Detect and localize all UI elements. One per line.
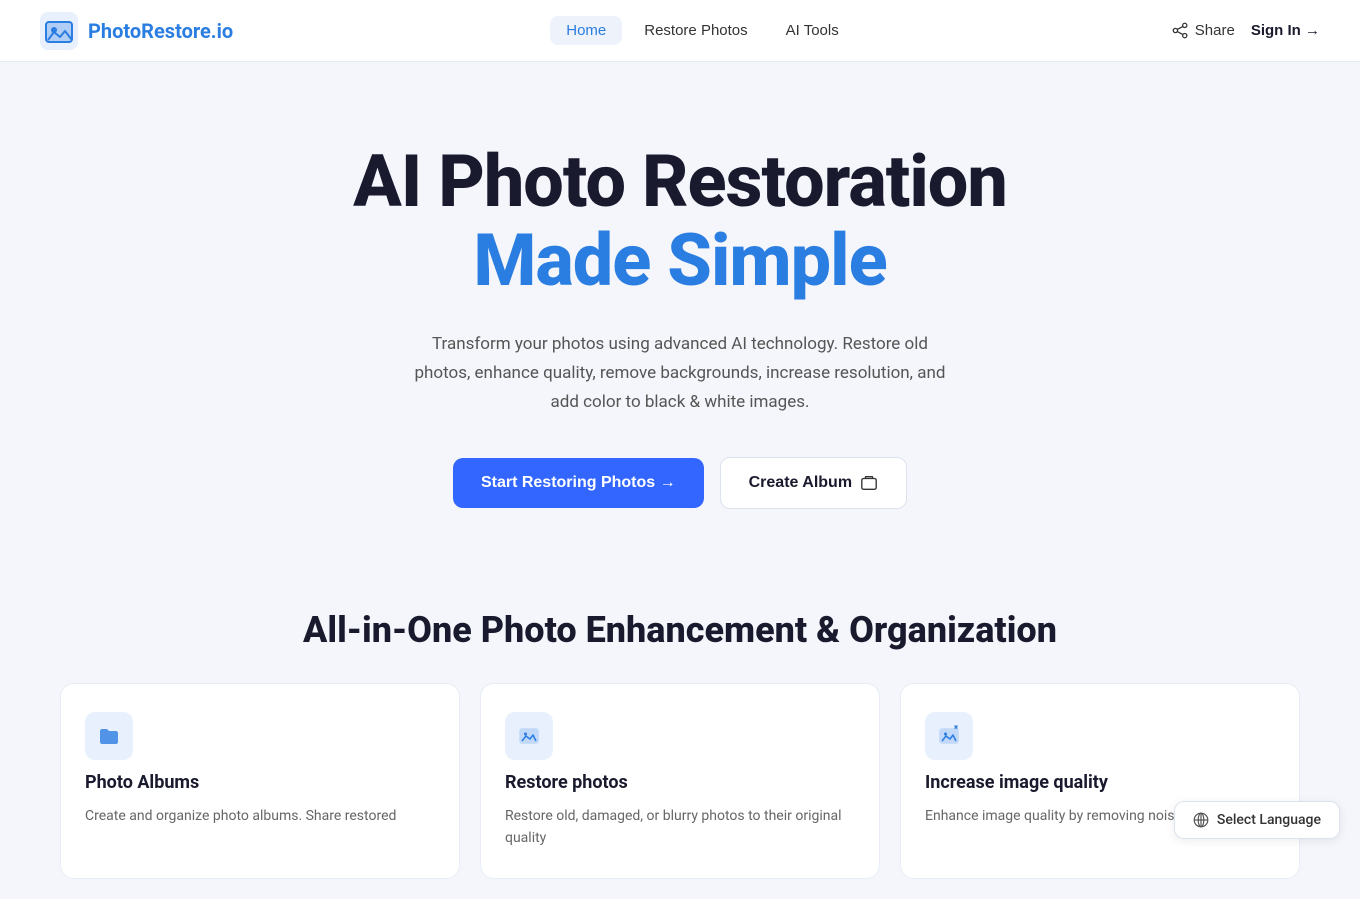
album-icon (860, 474, 878, 492)
share-button[interactable]: Share (1172, 22, 1235, 39)
restore-card-title: Restore photos (505, 772, 628, 793)
features-section: All-in-One Photo Enhancement & Organizat… (0, 569, 1360, 899)
nav-ai-tools[interactable]: AI Tools (770, 16, 855, 45)
feature-card-albums: Photo Albums Create and organize photo a… (60, 683, 460, 879)
albums-icon-wrap (85, 712, 133, 760)
globe-icon (1193, 812, 1209, 828)
language-selector[interactable]: Select Language (1174, 801, 1340, 839)
nav-links: Home Restore Photos AI Tools (550, 16, 855, 45)
share-icon (1172, 22, 1189, 39)
hero-subtitle: Transform your photos using advanced AI … (410, 330, 950, 417)
language-label: Select Language (1217, 812, 1321, 828)
hero-section: AI Photo Restoration Made Simple Transfo… (0, 62, 1360, 569)
navbar: PhotoRestore.io Home Restore Photos AI T… (0, 0, 1360, 62)
nav-restore-photos[interactable]: Restore Photos (628, 16, 763, 45)
restore-icon-wrap (505, 712, 553, 760)
restore-card-desc: Restore old, damaged, or blurry photos t… (505, 805, 855, 850)
albums-card-title: Photo Albums (85, 772, 199, 793)
logo-icon (40, 12, 78, 50)
quality-icon-wrap (925, 712, 973, 760)
nav-home[interactable]: Home (550, 16, 622, 45)
hero-title: AI Photo Restoration Made Simple (353, 142, 1007, 330)
signin-button[interactable]: Sign In → (1251, 22, 1320, 39)
brand-logo[interactable]: PhotoRestore.io (40, 12, 233, 50)
folder-icon (97, 724, 121, 748)
albums-card-desc: Create and organize photo albums. Share … (85, 805, 396, 827)
quality-icon (937, 724, 961, 748)
create-album-button[interactable]: Create Album (720, 457, 907, 509)
feature-card-restore: Restore photos Restore old, damaged, or … (480, 683, 880, 879)
start-restoring-button[interactable]: Start Restoring Photos → (453, 458, 704, 508)
hero-title-line1: AI Photo Restoration (353, 142, 1007, 221)
feature-card-quality: Increase image quality Enhance image qua… (900, 683, 1300, 879)
feature-cards-grid: Photo Albums Create and organize photo a… (60, 683, 1300, 879)
navbar-actions: Share Sign In → (1172, 22, 1320, 39)
hero-title-line2: Made Simple (353, 221, 1007, 300)
quality-card-title: Increase image quality (925, 772, 1108, 793)
logo-text: PhotoRestore.io (88, 19, 233, 43)
image-icon (517, 724, 541, 748)
features-title: All-in-One Photo Enhancement & Organizat… (60, 609, 1300, 651)
hero-actions: Start Restoring Photos → Create Album (453, 457, 907, 509)
